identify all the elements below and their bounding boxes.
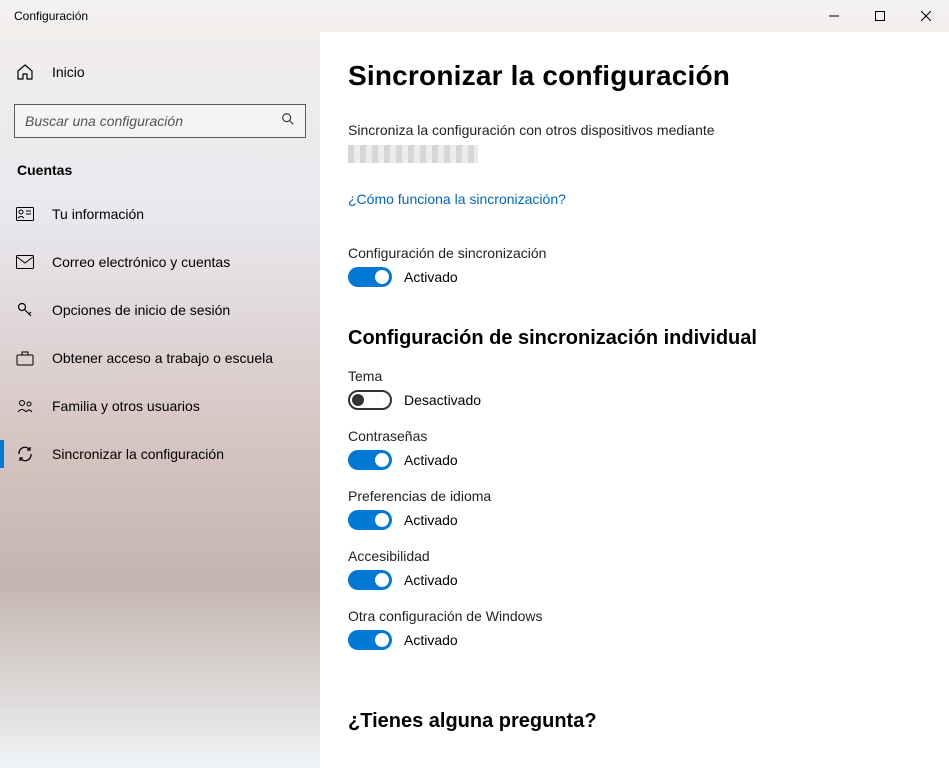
sidebar-item-tu-informacion[interactable]: Tu información — [0, 194, 320, 234]
sidebar-item-sincronizar[interactable]: Sincronizar la configuración — [0, 434, 320, 474]
sidebar-item-label: Correo electrónico y cuentas — [52, 254, 230, 270]
sync-settings-toggle[interactable] — [348, 267, 392, 287]
user-card-icon — [16, 205, 34, 223]
sidebar-item-correo[interactable]: Correo electrónico y cuentas — [0, 242, 320, 282]
window-controls — [811, 0, 949, 32]
toggle-state: Activado — [404, 572, 458, 588]
window-title: Configuración — [14, 9, 88, 23]
individual-sync-heading: Configuración de sincronización individu… — [348, 327, 921, 350]
titlebar: Configuración — [0, 0, 949, 32]
maximize-button[interactable] — [857, 0, 903, 32]
setting-label-otra: Otra configuración de Windows — [348, 608, 921, 624]
toggle-state: Activado — [404, 269, 458, 285]
search-icon — [281, 112, 295, 131]
how-sync-works-link[interactable]: ¿Cómo funciona la sincronización? — [348, 191, 566, 207]
minimize-icon — [829, 11, 839, 21]
sidebar-item-label: Obtener acceso a trabajo o escuela — [52, 350, 273, 366]
toggle-state: Activado — [404, 452, 458, 468]
home-icon — [16, 63, 34, 81]
sidebar-item-trabajo-escuela[interactable]: Obtener acceso a trabajo o escuela — [0, 338, 320, 378]
key-icon — [16, 301, 34, 319]
sync-settings-label: Configuración de sincronización — [348, 245, 921, 261]
question-heading: ¿Tienes alguna pregunta? — [348, 710, 921, 733]
sync-icon — [16, 445, 34, 463]
sidebar-item-label: Sincronizar la configuración — [52, 446, 224, 462]
toggle-state: Desactivado — [404, 392, 481, 408]
minimize-button[interactable] — [811, 0, 857, 32]
home-label: Inicio — [52, 64, 85, 80]
toggle-state: Activado — [404, 512, 458, 528]
people-icon — [16, 397, 34, 415]
sidebar-item-opciones-inicio[interactable]: Opciones de inicio de sesión — [0, 290, 320, 330]
setting-label-contrasenas: Contraseñas — [348, 428, 921, 444]
setting-label-idioma: Preferencias de idioma — [348, 488, 921, 504]
sync-description: Sincroniza la configuración con otros di… — [348, 120, 921, 141]
toggle-otra[interactable] — [348, 630, 392, 650]
sidebar-item-familia[interactable]: Familia y otros usuarios — [0, 386, 320, 426]
close-icon — [921, 11, 931, 21]
account-email-redacted — [348, 145, 478, 163]
toggle-idioma[interactable] — [348, 510, 392, 530]
maximize-icon — [875, 11, 885, 21]
mail-icon — [16, 253, 34, 271]
sidebar-item-label: Tu información — [52, 206, 144, 222]
briefcase-icon — [16, 349, 34, 367]
setting-label-tema: Tema — [348, 368, 921, 384]
sidebar-item-label: Familia y otros usuarios — [52, 398, 200, 414]
close-button[interactable] — [903, 0, 949, 32]
toggle-tema[interactable] — [348, 390, 392, 410]
search-field[interactable] — [25, 113, 281, 129]
main-content: Sincronizar la configuración Sincroniza … — [320, 32, 949, 768]
toggle-accesibilidad[interactable] — [348, 570, 392, 590]
toggle-state: Activado — [404, 632, 458, 648]
page-title: Sincronizar la configuración — [348, 60, 921, 92]
toggle-contrasenas[interactable] — [348, 450, 392, 470]
search-input[interactable] — [14, 104, 306, 138]
sidebar-item-label: Opciones de inicio de sesión — [52, 302, 230, 318]
setting-label-accesibilidad: Accesibilidad — [348, 548, 921, 564]
home-link[interactable]: Inicio — [0, 52, 320, 92]
sidebar: Inicio Cuentas Tu información — [0, 32, 320, 768]
section-cuentas: Cuentas — [0, 148, 320, 190]
